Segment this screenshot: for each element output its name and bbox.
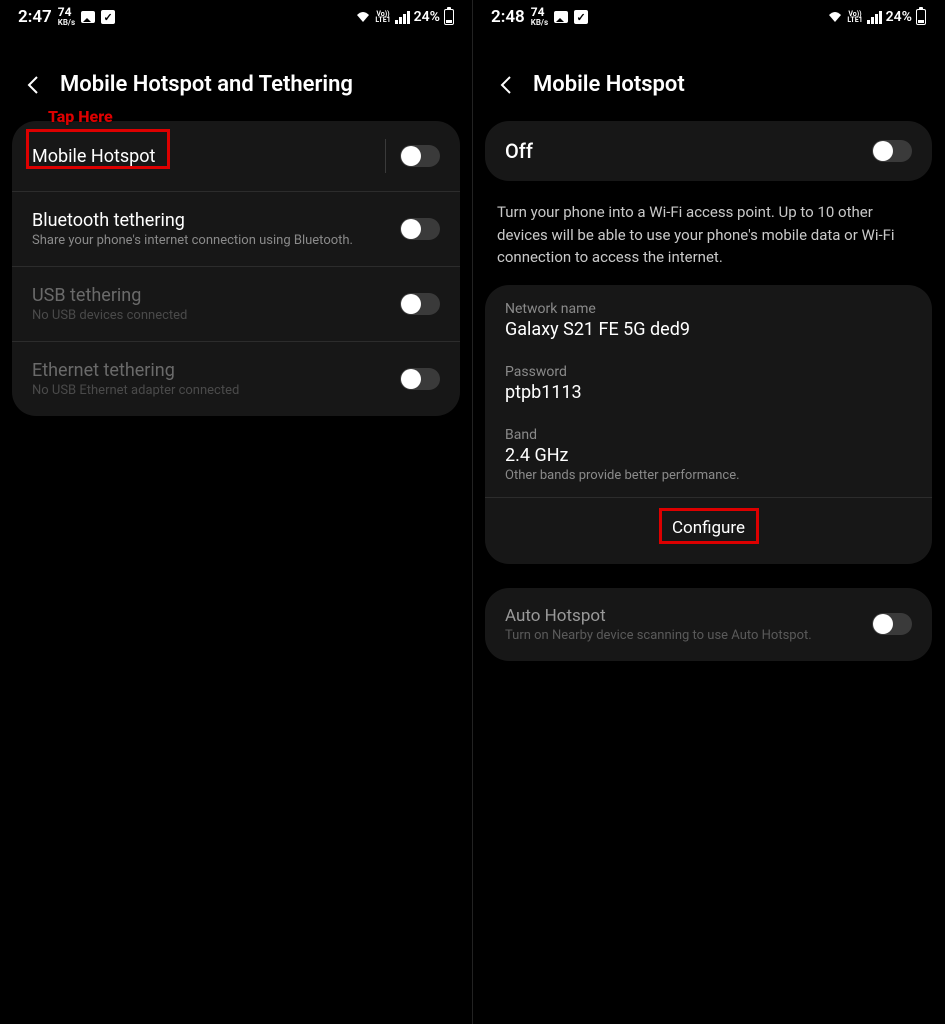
master-toggle-card: Off: [485, 121, 932, 181]
master-toggle[interactable]: [872, 140, 912, 162]
description-text: Turn your phone into a Wi-Fi access poin…: [473, 181, 944, 285]
signal-icon: [867, 11, 882, 24]
volte-icon: Vo))LTE1: [847, 11, 862, 24]
network-info-card: Network name Galaxy S21 FE 5G ded9 Passw…: [485, 285, 932, 564]
row-title: Ethernet tethering: [32, 360, 400, 381]
wifi-icon: [355, 11, 371, 23]
auto-hotspot-card: Auto Hotspot Turn on Nearby device scann…: [485, 588, 932, 661]
row-subtitle: Share your phone's internet connection u…: [32, 233, 400, 248]
divider: [385, 139, 386, 173]
off-label: Off: [505, 139, 872, 163]
usb-toggle: [400, 293, 440, 315]
row-title: Auto Hotspot: [505, 606, 872, 626]
row-ethernet-tethering: Ethernet tethering No USB Ethernet adapt…: [12, 341, 460, 416]
page-title: Mobile Hotspot: [533, 72, 685, 97]
battery-icon: [444, 9, 454, 25]
row-subtitle: No USB devices connected: [32, 308, 400, 323]
label: Password: [505, 364, 912, 380]
band-block[interactable]: Band 2.4 GHz Other bands provide better …: [485, 417, 932, 497]
row-title: Mobile Hotspot: [32, 146, 385, 167]
back-button[interactable]: [495, 74, 517, 96]
row-bluetooth-tethering[interactable]: Bluetooth tethering Share your phone's i…: [12, 191, 460, 266]
network-speed: 74KB/s: [58, 6, 75, 28]
value: Galaxy S21 FE 5G ded9: [505, 319, 912, 340]
phone-right: 2:48 74KB/s ✓ Vo))LTE1 24% Mobile Hotspo…: [472, 0, 944, 1024]
ethernet-toggle: [400, 368, 440, 390]
page-title: Mobile Hotspot and Tethering: [60, 72, 353, 97]
battery-icon: [916, 9, 926, 25]
battery-percent: 24%: [414, 9, 440, 25]
row-title: USB tethering: [32, 285, 400, 306]
row-title: Bluetooth tethering: [32, 210, 400, 231]
label: Band: [505, 427, 912, 443]
label: Network name: [505, 301, 912, 317]
row-off[interactable]: Off: [485, 121, 932, 181]
row-usb-tethering: USB tethering No USB devices connected: [12, 266, 460, 341]
row-mobile-hotspot[interactable]: Mobile Hotspot: [12, 121, 460, 191]
gallery-icon: [81, 11, 95, 23]
clock: 2:47: [18, 7, 52, 27]
value: 2.4 GHz: [505, 445, 912, 466]
check-icon: ✓: [101, 10, 115, 24]
wifi-icon: [827, 11, 843, 23]
check-icon: ✓: [574, 10, 588, 24]
hotspot-toggle[interactable]: [400, 145, 440, 167]
bluetooth-toggle[interactable]: [400, 218, 440, 240]
battery-percent: 24%: [886, 9, 912, 25]
gallery-icon: [554, 11, 568, 23]
status-bar: 2:48 74KB/s ✓ Vo))LTE1 24%: [473, 0, 944, 32]
hint: Other bands provide better performance.: [505, 468, 912, 483]
configure-button[interactable]: Configure: [666, 516, 751, 540]
header: Mobile Hotspot: [473, 32, 944, 121]
password-block[interactable]: Password ptpb1113: [485, 354, 932, 417]
auto-hotspot-toggle: [872, 613, 912, 635]
phone-left: 2:47 74KB/s ✓ Vo))LTE1 24% Mobile Hotspo…: [0, 0, 472, 1024]
row-subtitle: No USB Ethernet adapter connected: [32, 383, 400, 398]
row-auto-hotspot: Auto Hotspot Turn on Nearby device scann…: [485, 588, 932, 661]
value: ptpb1113: [505, 382, 912, 403]
row-subtitle: Turn on Nearby device scanning to use Au…: [505, 628, 872, 643]
status-bar: 2:47 74KB/s ✓ Vo))LTE1 24%: [0, 0, 472, 32]
back-button[interactable]: [22, 74, 44, 96]
clock: 2:48: [491, 7, 525, 27]
volte-icon: Vo))LTE1: [375, 11, 390, 24]
network-speed: 74KB/s: [531, 6, 548, 28]
configure-row: Configure: [485, 497, 932, 564]
network-name-block[interactable]: Network name Galaxy S21 FE 5G ded9: [485, 285, 932, 354]
settings-card: Mobile Hotspot Bluetooth tethering Share…: [12, 121, 460, 416]
signal-icon: [395, 11, 410, 24]
